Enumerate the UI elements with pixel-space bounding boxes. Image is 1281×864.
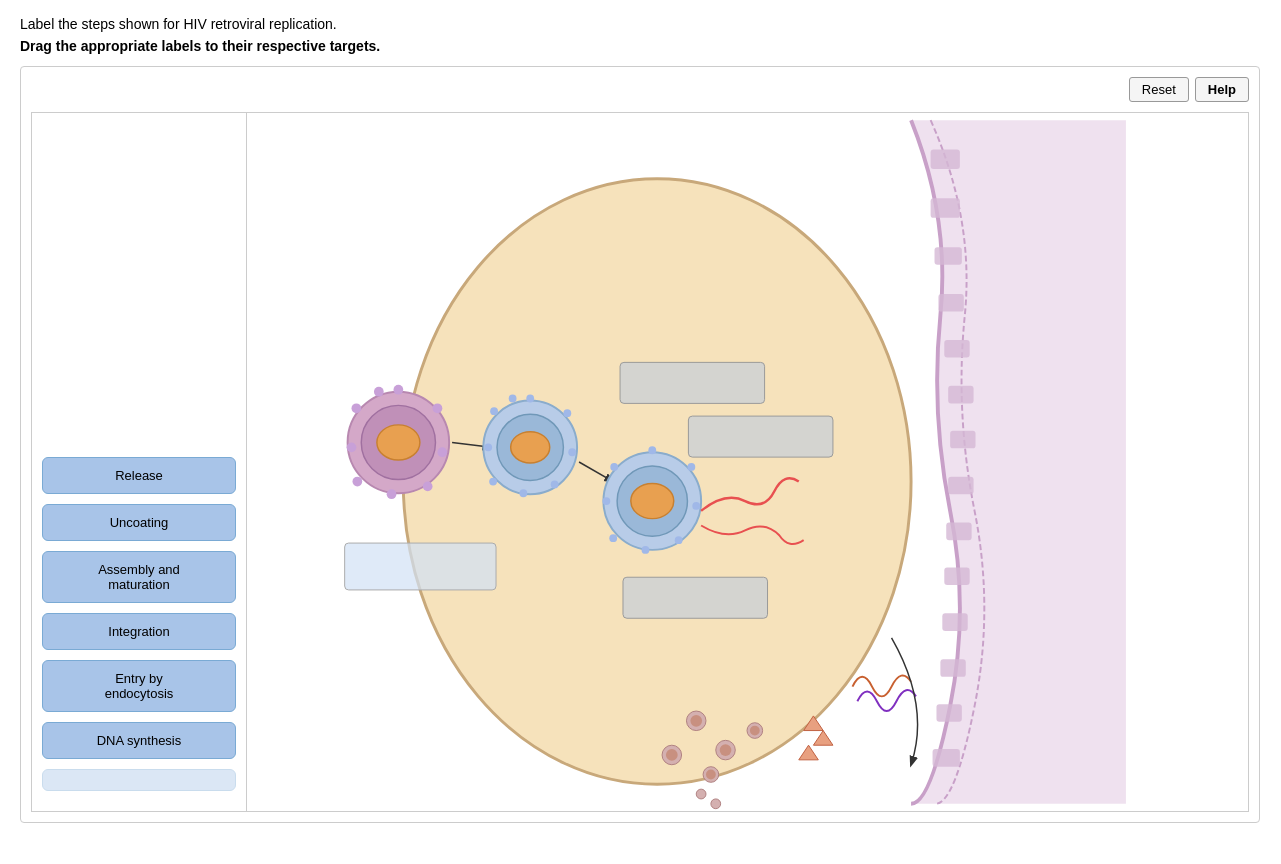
svg-point-31: [511, 432, 550, 463]
svg-rect-70: [345, 543, 496, 590]
svg-point-52: [610, 463, 618, 471]
svg-point-20: [433, 403, 443, 413]
svg-point-23: [387, 489, 397, 499]
svg-point-38: [484, 443, 492, 451]
label-uncoating[interactable]: Uncoating: [42, 504, 236, 541]
svg-rect-8: [950, 431, 975, 449]
reset-button[interactable]: Reset: [1129, 77, 1189, 102]
svg-point-32: [526, 395, 534, 403]
svg-point-34: [568, 448, 576, 456]
svg-point-35: [551, 481, 559, 489]
label-integration[interactable]: Integration: [42, 613, 236, 650]
svg-rect-14: [936, 704, 961, 722]
inner-container: Release Uncoating Assembly andmaturation…: [31, 112, 1249, 812]
svg-point-22: [423, 482, 433, 492]
svg-point-36: [519, 489, 527, 497]
svg-point-60: [750, 726, 760, 736]
svg-point-24: [352, 477, 362, 487]
svg-marker-66: [813, 731, 833, 746]
svg-point-39: [490, 407, 498, 415]
svg-rect-13: [940, 659, 965, 677]
instruction-line2: Drag the appropriate labels to their res…: [20, 38, 1261, 54]
svg-point-37: [489, 478, 497, 486]
svg-point-56: [720, 744, 732, 756]
svg-rect-10: [946, 523, 971, 541]
label-assembly[interactable]: Assembly andmaturation: [42, 551, 236, 603]
svg-rect-71: [623, 577, 768, 618]
labels-panel: Release Uncoating Assembly andmaturation…: [32, 113, 247, 811]
svg-point-50: [609, 534, 617, 542]
svg-rect-5: [938, 294, 963, 312]
svg-marker-67: [799, 745, 819, 760]
svg-point-45: [648, 446, 656, 454]
svg-rect-6: [944, 340, 969, 358]
svg-point-44: [631, 483, 674, 518]
svg-rect-4: [935, 247, 962, 265]
svg-point-47: [692, 502, 700, 510]
svg-point-18: [377, 425, 420, 460]
svg-rect-7: [948, 386, 973, 404]
outer-container: Reset Help Release Uncoating Assembly an…: [20, 66, 1260, 823]
svg-rect-11: [944, 567, 969, 585]
label-extra[interactable]: [42, 769, 236, 791]
label-entry[interactable]: Entry byendocytosis: [42, 660, 236, 712]
svg-point-58: [666, 749, 678, 761]
svg-rect-15: [933, 749, 960, 767]
svg-rect-68: [620, 362, 765, 403]
svg-point-21: [437, 447, 447, 457]
svg-point-19: [393, 385, 403, 395]
svg-point-54: [690, 715, 702, 727]
diagram-area: [247, 113, 1248, 811]
svg-rect-2: [931, 149, 960, 169]
svg-point-48: [675, 536, 683, 544]
svg-point-26: [351, 403, 361, 413]
svg-rect-12: [942, 613, 967, 631]
help-button[interactable]: Help: [1195, 77, 1249, 102]
svg-rect-3: [931, 198, 960, 218]
svg-point-25: [347, 442, 357, 452]
label-dna[interactable]: DNA synthesis: [42, 722, 236, 759]
instruction-line1: Label the steps shown for HIV retroviral…: [20, 16, 1261, 32]
svg-point-46: [687, 463, 695, 471]
svg-point-33: [563, 409, 571, 417]
svg-point-40: [509, 395, 517, 403]
svg-rect-9: [948, 477, 973, 495]
svg-point-27: [374, 387, 384, 397]
svg-point-51: [602, 497, 610, 505]
label-release[interactable]: Release: [42, 457, 236, 494]
toolbar: Reset Help: [31, 77, 1249, 102]
svg-point-63: [696, 789, 706, 799]
svg-point-64: [711, 799, 721, 809]
svg-rect-69: [688, 416, 833, 457]
svg-point-49: [642, 546, 650, 554]
svg-point-62: [706, 770, 716, 780]
